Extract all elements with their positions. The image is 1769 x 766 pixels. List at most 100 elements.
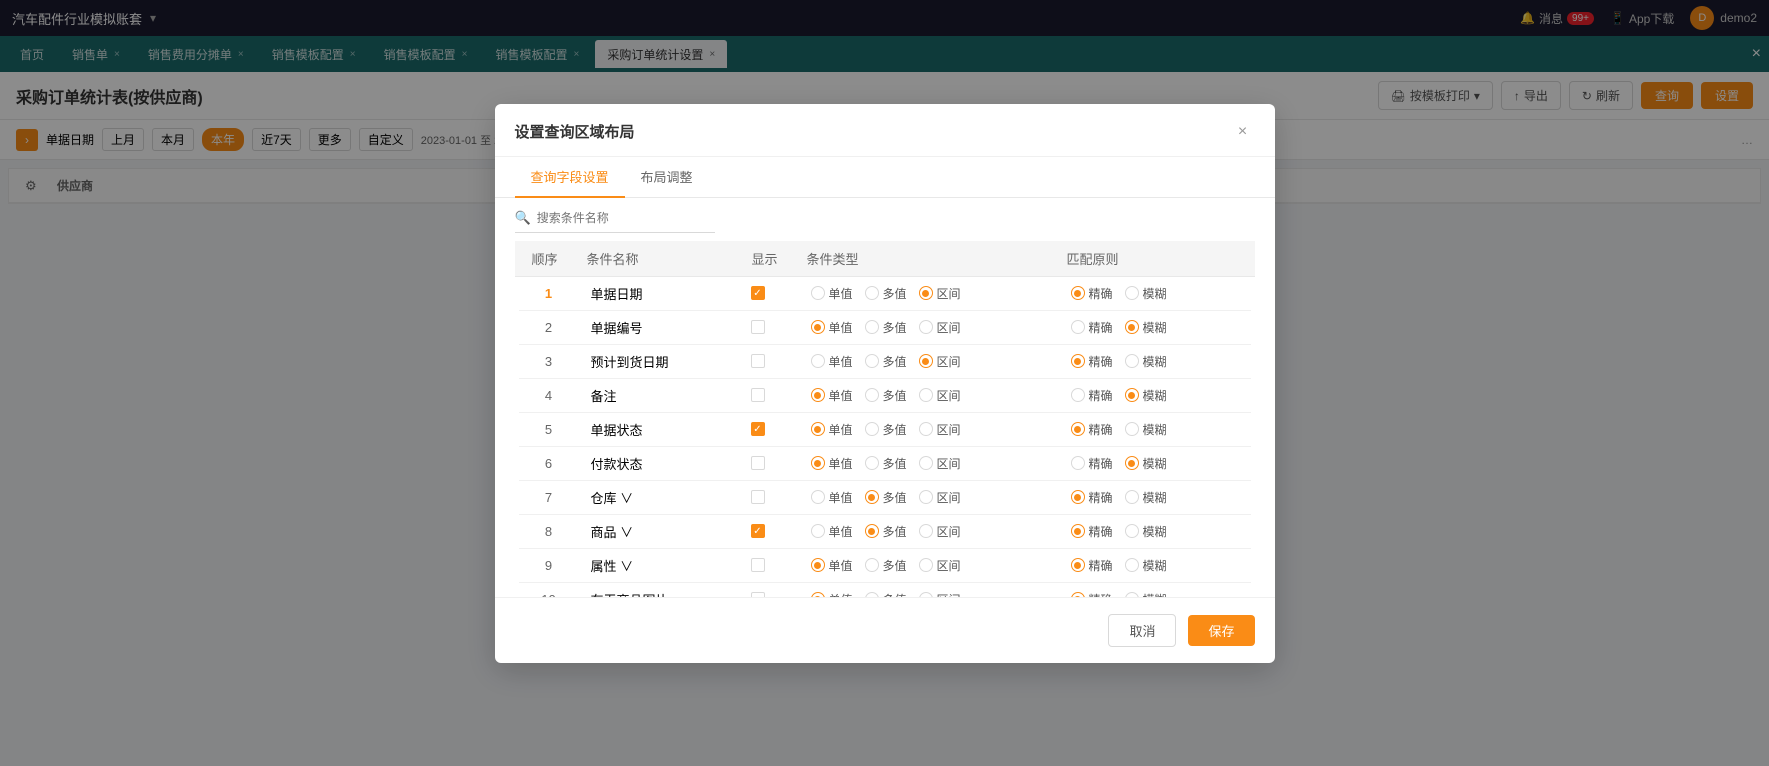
checkbox[interactable] bbox=[751, 320, 765, 334]
radio-match-精确[interactable]: 精确 bbox=[1071, 353, 1113, 370]
radio-type-单值[interactable]: 单值 bbox=[811, 523, 853, 540]
row-name: 预计到货日期 bbox=[579, 344, 739, 378]
radio-type-区间[interactable]: 区间 bbox=[919, 421, 961, 438]
row-display-checkbox[interactable] bbox=[739, 378, 799, 412]
radio-match-模糊[interactable]: 模糊 bbox=[1125, 387, 1167, 404]
row-display-checkbox[interactable] bbox=[739, 480, 799, 514]
radio-type-多值[interactable]: 多值 bbox=[865, 557, 907, 574]
cancel-btn[interactable]: 取消 bbox=[1108, 614, 1176, 647]
config-table-body: 1单据日期✓单值多值区间精确模糊2单据编号单值多值区间精确模糊3预计到货日期单值… bbox=[519, 277, 1251, 597]
radio-dot bbox=[919, 524, 933, 538]
radio-dot bbox=[1071, 524, 1085, 538]
radio-type-单值[interactable]: 单值 bbox=[811, 455, 853, 472]
radio-dot bbox=[865, 286, 879, 300]
checkbox[interactable] bbox=[751, 354, 765, 368]
radio-match-模糊[interactable]: 模糊 bbox=[1125, 455, 1167, 472]
radio-match-精确[interactable]: 精确 bbox=[1071, 387, 1113, 404]
radio-type-多值[interactable]: 多值 bbox=[865, 319, 907, 336]
radio-type-区间[interactable]: 区间 bbox=[919, 557, 961, 574]
row-display-checkbox[interactable] bbox=[739, 310, 799, 344]
radio-type-区间[interactable]: 区间 bbox=[919, 387, 961, 404]
checkbox[interactable] bbox=[751, 558, 765, 572]
radio-dot bbox=[811, 320, 825, 334]
row-order: 7 bbox=[519, 480, 579, 514]
radio-type-多值[interactable]: 多值 bbox=[865, 285, 907, 302]
row-match-group: 精确模糊 bbox=[1059, 412, 1251, 446]
search-input[interactable] bbox=[537, 211, 697, 225]
radio-type-区间[interactable]: 区间 bbox=[919, 319, 961, 336]
row-display-checkbox[interactable]: ✓ bbox=[739, 277, 799, 311]
radio-dot bbox=[919, 558, 933, 572]
radio-type-多值[interactable]: 多值 bbox=[865, 523, 907, 540]
radio-match-精确[interactable]: 精确 bbox=[1071, 523, 1113, 540]
modal-overlay: 设置查询区域布局 × 查询字段设置 布局调整 🔍 顺序 条件名称 bbox=[0, 0, 1769, 766]
radio-dot bbox=[1125, 456, 1139, 470]
checkbox[interactable] bbox=[751, 490, 765, 504]
radio-dot bbox=[1125, 490, 1139, 504]
radio-match-精确[interactable]: 精确 bbox=[1071, 421, 1113, 438]
dialog-tab-query-fields[interactable]: 查询字段设置 bbox=[515, 157, 625, 198]
radio-type-多值[interactable]: 多值 bbox=[865, 387, 907, 404]
dialog-tab-layout[interactable]: 布局调整 bbox=[625, 157, 709, 198]
checkbox[interactable]: ✓ bbox=[751, 422, 765, 436]
row-display-checkbox[interactable] bbox=[739, 582, 799, 597]
radio-type-多值[interactable]: 多值 bbox=[865, 489, 907, 506]
radio-type-单值[interactable]: 单值 bbox=[811, 387, 853, 404]
table-row: 7仓库 ∨单值多值区间精确模糊 bbox=[519, 480, 1251, 514]
dialog-tabs: 查询字段设置 布局调整 bbox=[495, 157, 1275, 198]
radio-match-精确[interactable]: 精确 bbox=[1071, 455, 1113, 472]
row-order: 9 bbox=[519, 548, 579, 582]
checkbox[interactable] bbox=[751, 456, 765, 470]
radio-type-区间[interactable]: 区间 bbox=[919, 285, 961, 302]
radio-match-模糊[interactable]: 模糊 bbox=[1125, 353, 1167, 370]
row-type-group: 单值多值区间 bbox=[799, 582, 1059, 597]
radio-match-精确[interactable]: 精确 bbox=[1071, 285, 1113, 302]
radio-dot bbox=[1071, 456, 1085, 470]
radio-dot bbox=[865, 354, 879, 368]
checkbox[interactable]: ✓ bbox=[751, 286, 765, 300]
row-type-group: 单值多值区间 bbox=[799, 277, 1059, 311]
col-order: 顺序 bbox=[515, 241, 575, 277]
radio-dot bbox=[811, 456, 825, 470]
radio-match-模糊[interactable]: 模糊 bbox=[1125, 557, 1167, 574]
row-display-checkbox[interactable]: ✓ bbox=[739, 412, 799, 446]
radio-type-区间[interactable]: 区间 bbox=[919, 523, 961, 540]
radio-match-模糊[interactable]: 模糊 bbox=[1125, 523, 1167, 540]
radio-type-单值[interactable]: 单值 bbox=[811, 489, 853, 506]
table-row: 10有无商品图片单值多值区间精确模糊 bbox=[519, 582, 1251, 597]
radio-match-精确[interactable]: 精确 bbox=[1071, 489, 1113, 506]
dialog-search-area: 🔍 bbox=[495, 198, 1275, 241]
row-display-checkbox[interactable]: ✓ bbox=[739, 514, 799, 548]
radio-type-单值[interactable]: 单值 bbox=[811, 421, 853, 438]
radio-type-区间[interactable]: 区间 bbox=[919, 353, 961, 370]
dialog-close-btn[interactable]: × bbox=[1231, 120, 1255, 144]
radio-match-模糊[interactable]: 模糊 bbox=[1125, 489, 1167, 506]
radio-type-单值[interactable]: 单值 bbox=[811, 319, 853, 336]
radio-type-区间[interactable]: 区间 bbox=[919, 489, 961, 506]
table-row: 8商品 ∨✓单值多值区间精确模糊 bbox=[519, 514, 1251, 548]
radio-type-区间[interactable]: 区间 bbox=[919, 455, 961, 472]
row-display-checkbox[interactable] bbox=[739, 446, 799, 480]
row-name: 单据状态 bbox=[579, 412, 739, 446]
checkbox[interactable]: ✓ bbox=[751, 524, 765, 538]
radio-type-单值[interactable]: 单值 bbox=[811, 285, 853, 302]
save-btn[interactable]: 保存 bbox=[1188, 615, 1254, 646]
radio-type-单值[interactable]: 单值 bbox=[811, 353, 853, 370]
radio-dot bbox=[811, 422, 825, 436]
radio-type-多值[interactable]: 多值 bbox=[865, 421, 907, 438]
row-display-checkbox[interactable] bbox=[739, 344, 799, 378]
radio-match-模糊[interactable]: 模糊 bbox=[1125, 319, 1167, 336]
radio-type-多值[interactable]: 多值 bbox=[865, 353, 907, 370]
row-display-checkbox[interactable] bbox=[739, 548, 799, 582]
radio-type-多值[interactable]: 多值 bbox=[865, 455, 907, 472]
radio-match-精确[interactable]: 精确 bbox=[1071, 319, 1113, 336]
radio-dot bbox=[1071, 558, 1085, 572]
radio-type-单值[interactable]: 单值 bbox=[811, 557, 853, 574]
checkbox[interactable] bbox=[751, 388, 765, 402]
row-name: 商品 ∨ bbox=[579, 514, 739, 548]
radio-match-模糊[interactable]: 模糊 bbox=[1125, 421, 1167, 438]
col-display: 显示 bbox=[735, 241, 795, 277]
radio-match-模糊[interactable]: 模糊 bbox=[1125, 285, 1167, 302]
radio-dot bbox=[865, 456, 879, 470]
radio-match-精确[interactable]: 精确 bbox=[1071, 557, 1113, 574]
